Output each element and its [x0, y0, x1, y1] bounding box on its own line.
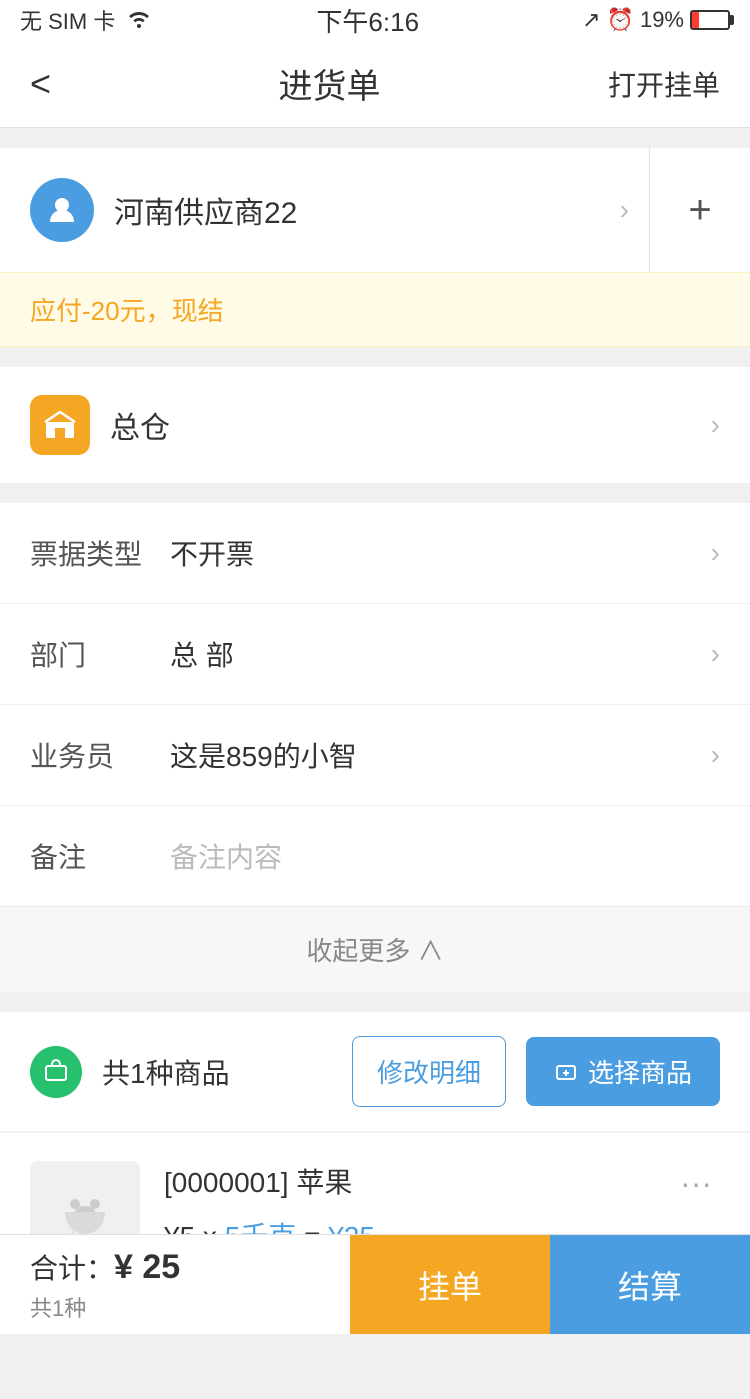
gap-3	[0, 483, 750, 503]
product-count-icon	[30, 1046, 82, 1098]
warehouse-icon	[30, 395, 90, 455]
supplier-avatar	[30, 178, 94, 242]
status-bar: 无 SIM 卡 下午6:16 ↗ ⏰ 19%	[0, 0, 750, 40]
notice-bar: 应付-20元，现结	[0, 272, 750, 347]
total-section: 合计：¥ 25 共1种	[0, 1247, 350, 1323]
gap-4	[0, 992, 750, 1012]
invoice-type-row[interactable]: 票据类型 不开票 ›	[0, 503, 750, 604]
total-sub: 共1种	[30, 1291, 320, 1323]
gap-1	[0, 128, 750, 148]
chevron-right-icon: ›	[620, 194, 629, 226]
dept-value: 总 部	[170, 634, 701, 674]
battery-icon	[690, 10, 730, 30]
remark-label: 备注	[30, 836, 170, 876]
salesperson-row[interactable]: 业务员 这是859的小智 ›	[0, 705, 750, 806]
battery-percent: 19%	[640, 7, 684, 33]
remark-row[interactable]: 备注 备注内容	[0, 806, 750, 906]
product-count-text: 共1种商品	[102, 1052, 332, 1092]
invoice-chevron-icon: ›	[711, 537, 720, 569]
status-time: 下午6:16	[316, 2, 419, 39]
warehouse-section[interactable]: 总仓 ›	[0, 367, 750, 483]
wifi-icon	[125, 6, 153, 34]
dept-label: 部门	[30, 634, 170, 674]
alarm-icon: ⏰	[607, 7, 634, 33]
nav-bar: < 进货单 打开挂单	[0, 40, 750, 128]
status-right: ↗ ⏰ 19%	[582, 7, 730, 33]
product-name: [0000001] 苹果	[164, 1161, 648, 1201]
product-more-button[interactable]: ···	[672, 1161, 720, 1206]
status-left: 无 SIM 卡	[20, 4, 153, 36]
open-pending-button[interactable]: 打开挂单	[608, 64, 720, 104]
supplier-select[interactable]: 河南供应商22 ›	[0, 148, 650, 272]
supplier-section: 河南供应商22 › +	[0, 148, 750, 272]
bottom-bar: 合计：¥ 25 共1种 挂单 结算	[0, 1234, 750, 1334]
form-section: 票据类型 不开票 › 部门 总 部 › 业务员 这是859的小智 › 备注 备注…	[0, 503, 750, 906]
warehouse-name: 总仓	[110, 403, 701, 447]
invoice-label: 票据类型	[30, 533, 170, 573]
warehouse-chevron-icon: ›	[711, 409, 720, 441]
back-button[interactable]: <	[30, 63, 51, 105]
collapse-bar[interactable]: 收起更多 ∧	[0, 906, 750, 992]
total-label: 合计：	[30, 1253, 114, 1284]
salesperson-value: 这是859的小智	[170, 735, 701, 775]
total-amount: ¥ 25	[114, 1248, 180, 1286]
select-product-icon	[554, 1060, 578, 1084]
hang-order-button[interactable]: 挂单	[350, 1235, 550, 1334]
select-product-button[interactable]: 选择商品	[526, 1037, 720, 1106]
dept-chevron-icon: ›	[711, 638, 720, 670]
salesperson-chevron-icon: ›	[711, 739, 720, 771]
gap-2	[0, 347, 750, 367]
edit-detail-button[interactable]: 修改明细	[352, 1036, 506, 1107]
invoice-value: 不开票	[170, 533, 701, 573]
page-title: 进货单	[279, 59, 381, 108]
product-header: 共1种商品 修改明细 选择商品	[0, 1012, 750, 1131]
add-supplier-button[interactable]: +	[650, 188, 750, 233]
remark-placeholder: 备注内容	[170, 836, 720, 876]
location-icon: ↗	[582, 7, 600, 33]
salesperson-label: 业务员	[30, 735, 170, 775]
settle-button[interactable]: 结算	[550, 1235, 750, 1334]
dept-row[interactable]: 部门 总 部 ›	[0, 604, 750, 705]
supplier-name: 河南供应商22	[114, 188, 610, 232]
carrier-text: 无 SIM 卡	[20, 4, 115, 36]
total-amount-row: 合计：¥ 25	[30, 1247, 320, 1287]
